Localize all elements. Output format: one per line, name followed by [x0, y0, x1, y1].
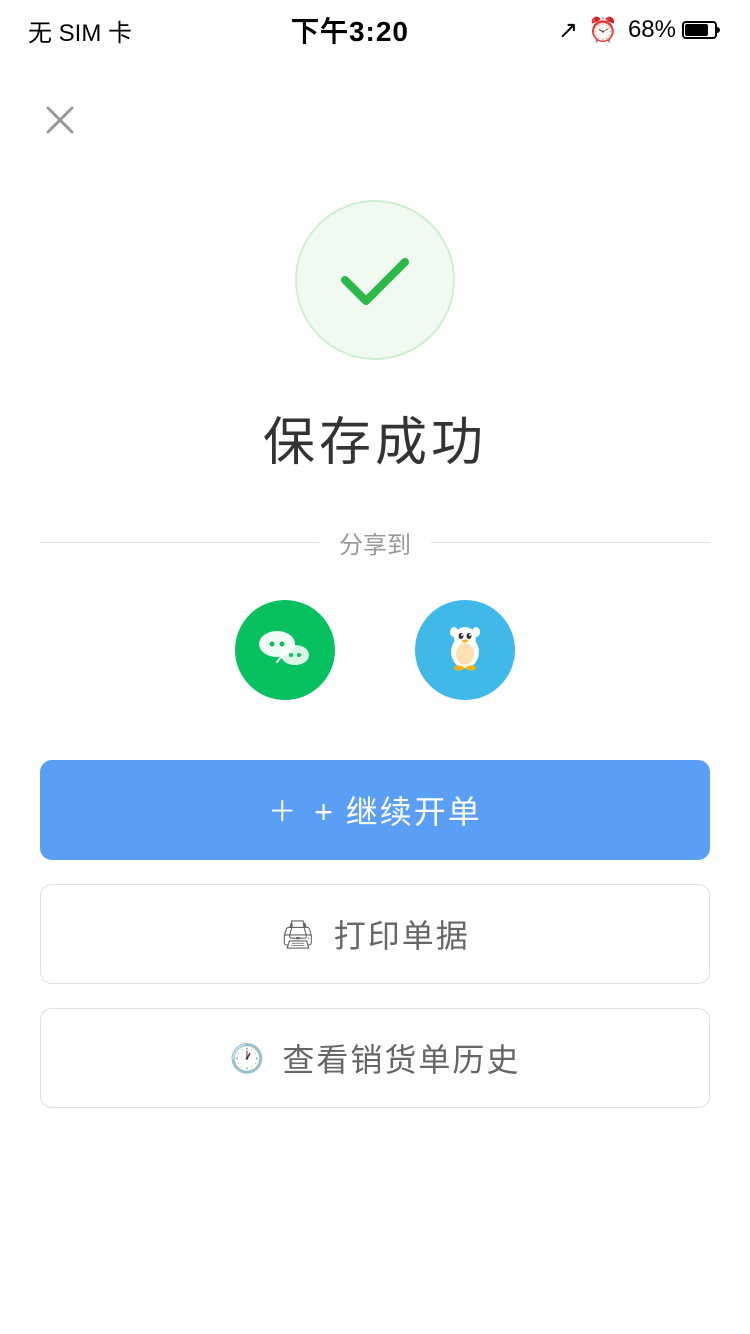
clock-icon: 🕐: [230, 1042, 267, 1075]
print-label: 打印单据: [334, 911, 470, 957]
history-button[interactable]: 🕐 查看销货单历史: [40, 1008, 710, 1108]
share-icons: [40, 600, 710, 700]
continue-order-button[interactable]: ＋ + 继续开单: [40, 760, 710, 860]
battery-block: 68%: [628, 16, 722, 44]
qq-icon: [435, 620, 495, 680]
action-buttons: ＋ + 继续开单 🖨 打印单据 🕐 查看销货单历史: [40, 760, 710, 1108]
checkmark-icon: [330, 235, 420, 325]
qq-share-button[interactable]: [415, 600, 515, 700]
close-icon: [42, 102, 78, 138]
success-title: 保存成功: [263, 400, 487, 475]
close-button[interactable]: [30, 90, 90, 150]
print-button[interactable]: 🖨 打印单据: [40, 884, 710, 984]
share-label: 分享到: [339, 525, 411, 560]
wechat-share-button[interactable]: [235, 600, 335, 700]
main-content: 保存成功 分享到: [0, 150, 750, 1334]
alarm-icon: ⏰: [588, 16, 618, 45]
status-left: 无 SIM 卡: [28, 13, 142, 48]
battery-percent: 68%: [628, 16, 676, 44]
wechat-icon: [255, 620, 315, 680]
share-section: 分享到: [40, 525, 710, 700]
history-label: 查看销货单历史: [282, 1035, 520, 1081]
continue-order-label: + 继续开单: [314, 787, 482, 833]
printer-icon: 🖨: [280, 918, 318, 951]
status-right: ↗ ⏰ 68%: [558, 16, 722, 45]
status-bar: 无 SIM 卡 下午3:20 ↗ ⏰ 68%: [0, 0, 750, 60]
location-icon: ↗: [558, 16, 578, 45]
success-circle: [295, 200, 455, 360]
plus-icon: ＋: [268, 790, 298, 830]
share-divider: 分享到: [40, 525, 710, 560]
time-display: 下午3:20: [291, 10, 409, 50]
battery-icon: [682, 20, 722, 40]
sim-status: 无 SIM 卡: [28, 13, 132, 48]
